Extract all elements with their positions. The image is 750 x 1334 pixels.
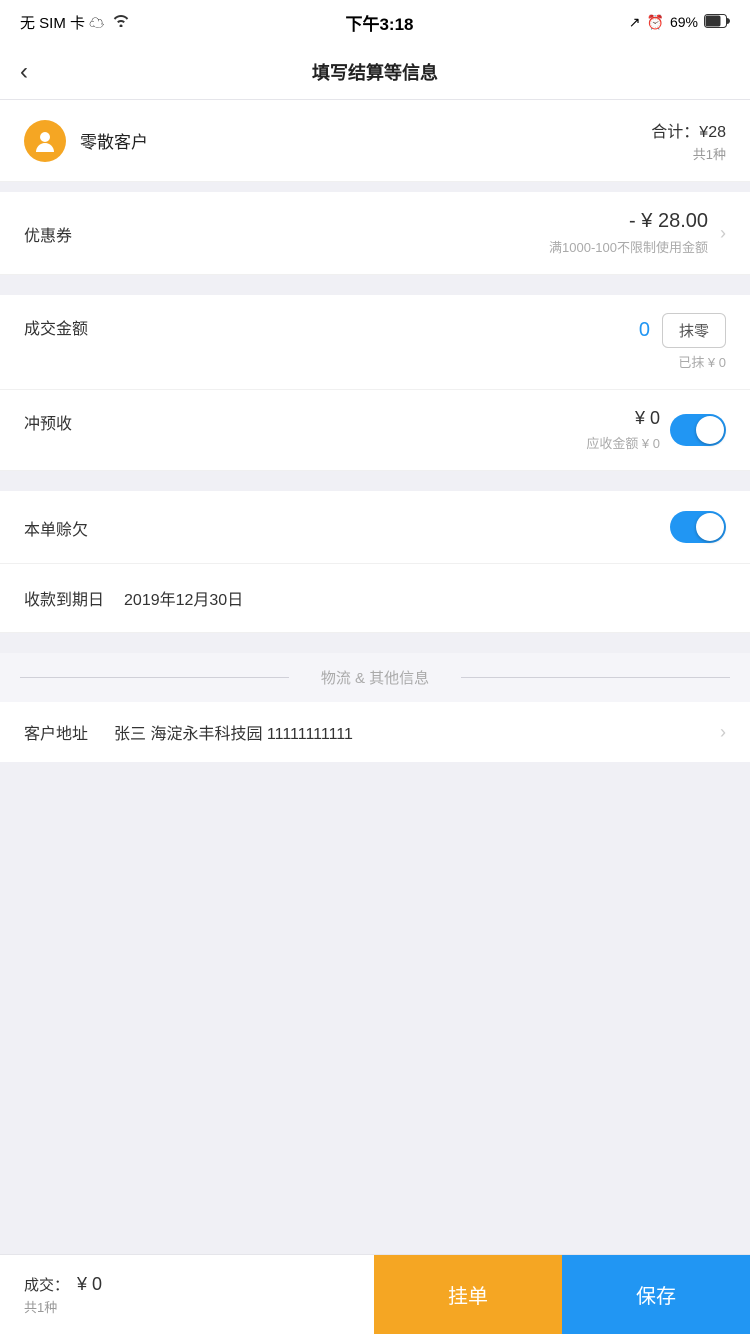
bottom-deal-amount: ¥ 0: [77, 1274, 102, 1295]
status-time: 下午3:18: [345, 10, 413, 35]
coupon-section: 优惠券 - ¥ 28.00 满1000-100不限制使用金额 ›: [0, 192, 750, 275]
bottom-deal-label: 成交：: [24, 1274, 69, 1295]
separator-1: [0, 285, 750, 295]
prepayment-right: ¥ 0 应收金额 ¥ 0: [586, 408, 726, 452]
back-button[interactable]: ‹: [20, 58, 28, 86]
location-icon: ↗: [629, 14, 641, 31]
debt-toggle[interactable]: [670, 511, 726, 543]
deal-value-row: 0 抹零: [620, 313, 726, 348]
debt-label: 本单赊欠: [24, 514, 104, 540]
customer-row: 零散客户 合计：¥28 共1种: [0, 100, 750, 182]
address-value: 张三 海淀永丰科技园 11111111111: [104, 720, 720, 744]
deal-value-block: 0 抹零 已抹 ¥ 0: [620, 313, 726, 371]
deal-sub-text: 已抹 ¥ 0: [678, 352, 726, 371]
deal-amount-input[interactable]: 0: [620, 319, 650, 342]
bottom-bar: 成交： ¥ 0 共1种 挂单 保存: [0, 1254, 750, 1334]
address-label: 客户地址: [24, 720, 104, 744]
customer-count: 共1种: [651, 144, 726, 163]
save-button-label: 保存: [636, 1280, 676, 1309]
customer-right: 合计：¥28 共1种: [651, 118, 726, 163]
prepayment-amount: ¥ 0: [635, 408, 660, 429]
content: 零散客户 合计：¥28 共1种 优惠券 - ¥ 28.00 满1000-100不…: [0, 100, 750, 852]
status-left: 无 SIM 卡 ☁: [20, 12, 130, 33]
status-bar: 无 SIM 卡 ☁ 下午3:18 ↗ ⏰ 69%: [0, 0, 750, 44]
pending-button-label: 挂单: [448, 1280, 488, 1309]
round-button[interactable]: 抹零: [662, 313, 726, 348]
debt-row: 本单赊欠: [0, 491, 750, 564]
battery-level: 69%: [670, 14, 698, 30]
prepayment-toggle[interactable]: [670, 414, 726, 446]
toggle-knob: [696, 416, 724, 444]
customer-total: 合计：¥28: [651, 118, 726, 142]
page-title: 填写结算等信息: [312, 59, 438, 85]
bottom-deal: 成交： ¥ 0: [24, 1274, 350, 1295]
deal-label: 成交金额: [24, 313, 104, 339]
logistics-divider: 物流 & 其他信息: [0, 653, 750, 702]
customer-avatar: [24, 120, 66, 162]
due-date-value: 2019年12月30日: [124, 586, 243, 610]
sim-status: 无 SIM 卡 ☁: [20, 12, 104, 33]
prepayment-value-wrap: ¥ 0 应收金额 ¥ 0: [586, 408, 660, 452]
address-section: 客户地址 张三 海淀永丰科技园 11111111111 ›: [0, 702, 750, 762]
status-right: ↗ ⏰ 69%: [629, 14, 730, 31]
bottom-info: 成交： ¥ 0 共1种: [0, 1274, 374, 1316]
prepayment-row: 冲预收 ¥ 0 应收金额 ¥ 0: [0, 390, 750, 471]
save-button[interactable]: 保存: [562, 1255, 750, 1334]
customer-left: 零散客户: [24, 120, 148, 162]
coupon-arrow: ›: [720, 223, 726, 244]
deal-section: 成交金额 0 抹零 已抹 ¥ 0 冲预收 ¥ 0 应收金额 ¥ 0: [0, 295, 750, 471]
customer-name: 零散客户: [80, 128, 148, 153]
address-arrow: ›: [720, 722, 726, 743]
wifi-icon: [112, 13, 130, 31]
deal-row: 成交金额 0 抹零 已抹 ¥ 0: [0, 295, 750, 390]
battery-icon: [704, 14, 730, 31]
address-row[interactable]: 客户地址 张三 海淀永丰科技园 11111111111 ›: [0, 702, 750, 762]
customer-section: 零散客户 合计：¥28 共1种: [0, 100, 750, 182]
divider-line-left: [20, 677, 289, 678]
alarm-icon: ⏰: [647, 14, 664, 31]
coupon-desc: 满1000-100不限制使用金额: [549, 237, 708, 256]
bottom-count: 共1种: [24, 1297, 350, 1316]
debt-section: 本单赊欠 收款到期日 2019年12月30日: [0, 491, 750, 633]
separator-3: [0, 643, 750, 653]
coupon-amount: - ¥ 28.00: [629, 210, 708, 233]
divider-line-right: [461, 677, 730, 678]
debt-toggle-knob: [696, 513, 724, 541]
nav-bar: ‹ 填写结算等信息: [0, 44, 750, 100]
due-date-row: 收款到期日 2019年12月30日: [0, 564, 750, 633]
due-date-label: 收款到期日: [24, 586, 104, 610]
coupon-value-block: - ¥ 28.00 满1000-100不限制使用金额: [549, 210, 708, 256]
logistics-label: 物流 & 其他信息: [321, 667, 429, 688]
prepayment-sub: 应收金额 ¥ 0: [586, 433, 660, 452]
coupon-label: 优惠券: [24, 220, 104, 246]
coupon-row[interactable]: 优惠券 - ¥ 28.00 满1000-100不限制使用金额 ›: [0, 192, 750, 275]
pending-button[interactable]: 挂单: [374, 1255, 562, 1334]
separator-2: [0, 481, 750, 491]
prepayment-label: 冲预收: [24, 408, 104, 434]
